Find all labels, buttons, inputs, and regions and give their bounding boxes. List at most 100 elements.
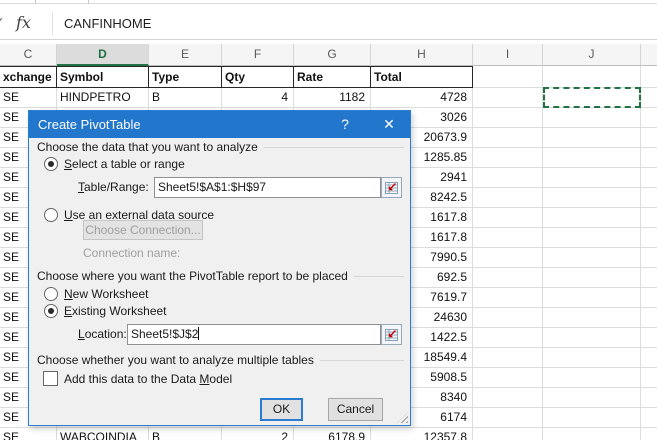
sheet-cell[interactable] <box>641 248 657 268</box>
sheet-cell[interactable] <box>641 328 657 348</box>
cancel-button[interactable]: Cancel <box>328 398 383 421</box>
table-header-cell[interactable]: Qty <box>222 66 294 88</box>
sheet-cell[interactable] <box>543 66 641 88</box>
sheet-cell[interactable]: 12357.8 <box>371 428 473 440</box>
sheet-cell[interactable] <box>543 188 641 208</box>
sheet-cell[interactable] <box>473 128 543 148</box>
radio-existing-worksheet[interactable]: Existing Worksheet <box>44 304 167 318</box>
sheet-cell[interactable] <box>473 428 543 440</box>
col-header-I[interactable]: I <box>473 44 543 66</box>
sheet-cell[interactable]: WABCOINDIA <box>57 428 149 440</box>
table-header-cell[interactable]: xchange <box>0 66 57 88</box>
sheet-cell[interactable] <box>543 128 641 148</box>
sheet-cell[interactable] <box>473 88 543 108</box>
sheet-cell[interactable] <box>641 308 657 328</box>
sheet-cell[interactable] <box>543 268 641 288</box>
sheet-cell[interactable] <box>641 388 657 408</box>
sheet-cell[interactable] <box>543 208 641 228</box>
range-picker-icon <box>385 328 398 341</box>
sheet-cell[interactable] <box>641 428 657 440</box>
sheet-cell[interactable] <box>473 66 543 88</box>
sheet-cell[interactable] <box>641 348 657 368</box>
sheet-cell[interactable]: B <box>149 88 222 108</box>
col-header-E[interactable]: E <box>149 44 222 66</box>
table-header-cell[interactable]: Type <box>149 66 222 88</box>
table-range-input[interactable]: Sheet5!$A$1:$H$97 <box>154 177 381 198</box>
col-header-G[interactable]: G <box>294 44 371 66</box>
sheet-cell[interactable] <box>473 188 543 208</box>
sheet-cell[interactable]: HINDPETRO <box>57 88 149 108</box>
resize-grip[interactable] <box>397 412 408 423</box>
range-picker-button[interactable] <box>381 177 402 198</box>
sheet-cell[interactable] <box>473 308 543 328</box>
sheet-cell[interactable] <box>641 88 657 108</box>
sheet-cell[interactable] <box>473 208 543 228</box>
sheet-cell[interactable] <box>543 288 641 308</box>
sheet-cell[interactable]: 6178.9 <box>294 428 371 440</box>
sheet-cell[interactable] <box>641 128 657 148</box>
sheet-cell[interactable] <box>543 428 641 440</box>
table-header-cell[interactable]: Rate <box>294 66 371 88</box>
sheet-cell[interactable] <box>473 328 543 348</box>
col-header-H[interactable]: H <box>371 44 473 66</box>
add-to-data-model-checkbox[interactable]: Add this data to the Data Model <box>43 371 232 386</box>
sheet-cell[interactable] <box>543 108 641 128</box>
sheet-cell[interactable] <box>543 248 641 268</box>
table-header-cell[interactable]: Symbol <box>57 66 149 88</box>
help-button[interactable]: ? <box>330 111 360 138</box>
sheet-cell[interactable]: B <box>149 428 222 440</box>
col-header-J[interactable]: J <box>543 44 641 66</box>
sheet-cell[interactable] <box>473 348 543 368</box>
sheet-cell[interactable] <box>641 188 657 208</box>
table-header-cell[interactable]: Total <box>371 66 473 88</box>
sheet-cell[interactable] <box>473 368 543 388</box>
sheet-cell[interactable] <box>641 368 657 388</box>
sheet-cell[interactable] <box>543 328 641 348</box>
sheet-cell[interactable]: SE <box>0 88 57 108</box>
sheet-cell[interactable] <box>473 108 543 128</box>
sheet-cell[interactable] <box>543 348 641 368</box>
sheet-cell[interactable] <box>641 408 657 428</box>
ok-button[interactable]: OK <box>260 398 303 421</box>
sheet-cell[interactable] <box>641 288 657 308</box>
sheet-cell[interactable] <box>641 268 657 288</box>
sheet-cell[interactable] <box>641 66 657 88</box>
col-header-D[interactable]: D <box>57 44 149 66</box>
sheet-cell[interactable]: SE <box>0 428 57 440</box>
sheet-cell[interactable]: 1182 <box>294 88 371 108</box>
location-picker-button[interactable] <box>381 324 402 345</box>
sheet-cell[interactable] <box>641 228 657 248</box>
sheet-cell[interactable] <box>543 308 641 328</box>
sheet-cell[interactable] <box>641 108 657 128</box>
close-button[interactable]: ✕ <box>374 111 404 138</box>
location-input[interactable]: Sheet5!$J$2 <box>127 324 381 345</box>
sheet-cell[interactable] <box>641 148 657 168</box>
sheet-cell[interactable] <box>473 228 543 248</box>
sheet-cell[interactable] <box>641 168 657 188</box>
sheet-cell[interactable] <box>543 388 641 408</box>
sheet-cell[interactable] <box>543 228 641 248</box>
choose-connection-button[interactable]: Choose Connection... <box>83 220 203 240</box>
sheet-cell[interactable] <box>473 408 543 428</box>
sheet-cell[interactable] <box>473 268 543 288</box>
radio-new-worksheet[interactable]: New Worksheet <box>44 287 148 301</box>
dialog-titlebar[interactable]: Create PivotTable ? ✕ <box>29 111 410 138</box>
sheet-cell[interactable] <box>473 248 543 268</box>
sheet-cell[interactable]: 2 <box>222 428 294 440</box>
sheet-cell[interactable] <box>543 408 641 428</box>
sheet-cell[interactable]: 4 <box>222 88 294 108</box>
sheet-cell[interactable] <box>641 208 657 228</box>
sheet-cell[interactable] <box>473 388 543 408</box>
formula-input[interactable]: CANFINHOME <box>64 8 151 39</box>
sheet-cell[interactable] <box>473 148 543 168</box>
sheet-cell[interactable] <box>473 168 543 188</box>
sheet-cell[interactable] <box>543 148 641 168</box>
sheet-cell[interactable] <box>543 368 641 388</box>
radio-select-table-range[interactable]: Select a table or range <box>44 157 185 171</box>
col-header-C[interactable]: C <box>0 44 57 66</box>
col-header-partial[interactable] <box>641 44 657 66</box>
sheet-cell[interactable]: 4728 <box>371 88 473 108</box>
sheet-cell[interactable] <box>473 288 543 308</box>
sheet-cell[interactable] <box>543 168 641 188</box>
col-header-F[interactable]: F <box>222 44 294 66</box>
